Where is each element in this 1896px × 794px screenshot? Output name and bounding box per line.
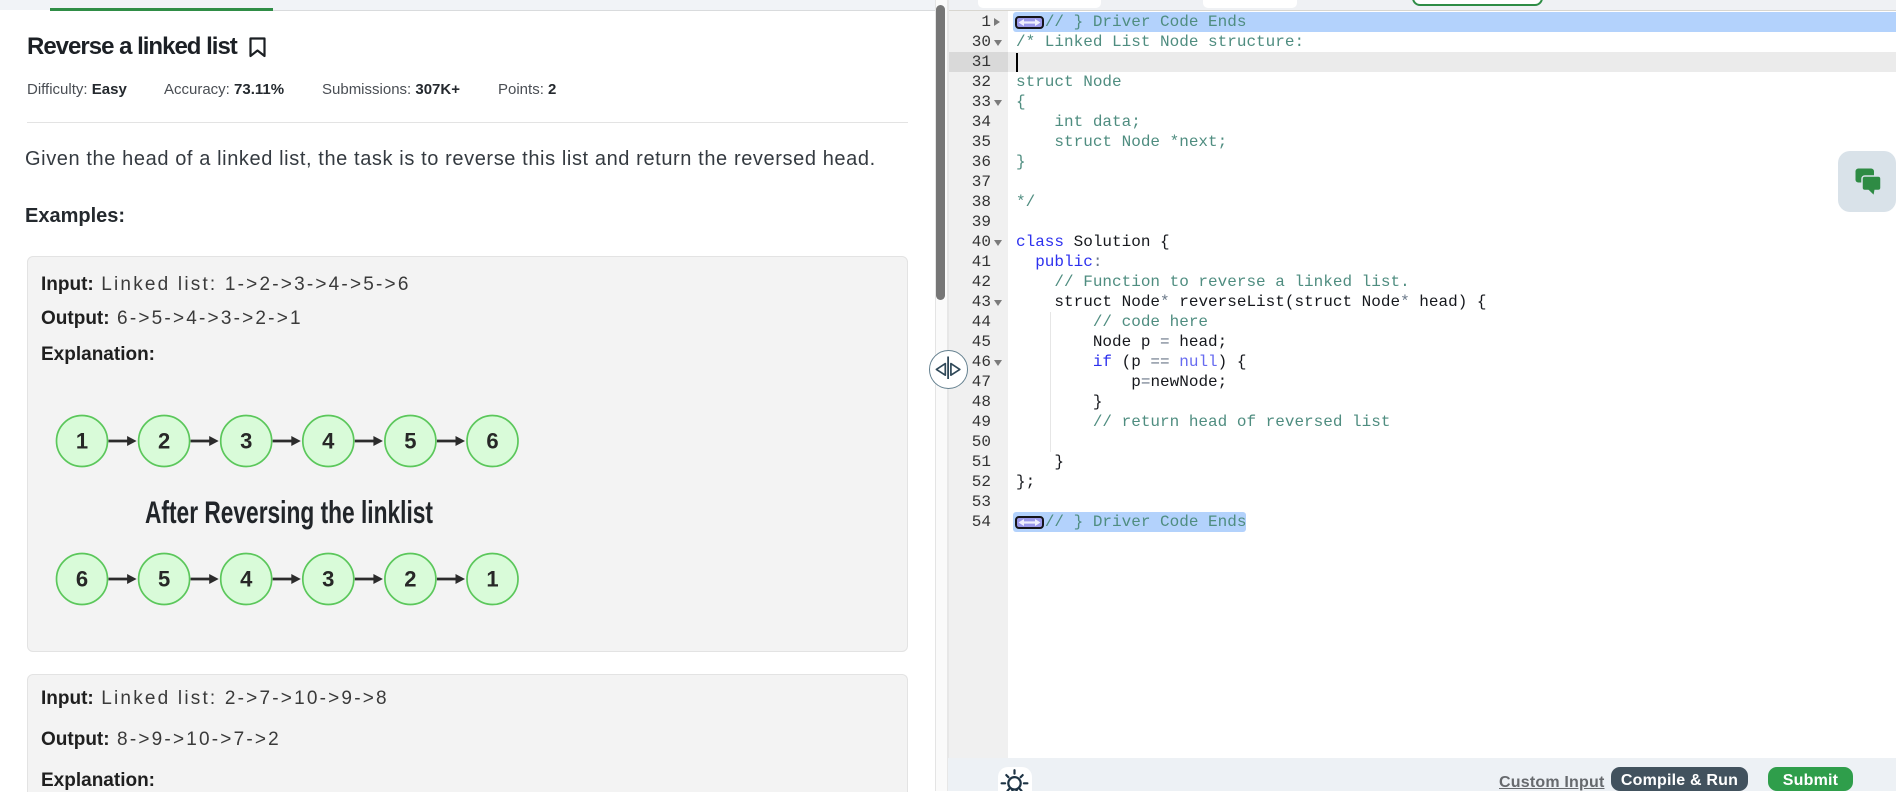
svg-text:3: 3: [322, 567, 334, 592]
svg-text:3: 3: [240, 429, 252, 454]
svg-text:2: 2: [158, 429, 170, 454]
svg-text:5: 5: [158, 567, 170, 592]
svg-text:4: 4: [240, 567, 253, 592]
svg-text:5: 5: [404, 429, 416, 454]
svg-text:After Reversing the linklist: After Reversing the linklist: [145, 494, 433, 530]
svg-text:2: 2: [404, 567, 416, 592]
svg-text:6: 6: [486, 429, 498, 454]
svg-text:4: 4: [322, 429, 335, 454]
svg-text:6: 6: [76, 567, 88, 592]
svg-text:1: 1: [486, 567, 498, 592]
svg-text:1: 1: [76, 429, 88, 454]
